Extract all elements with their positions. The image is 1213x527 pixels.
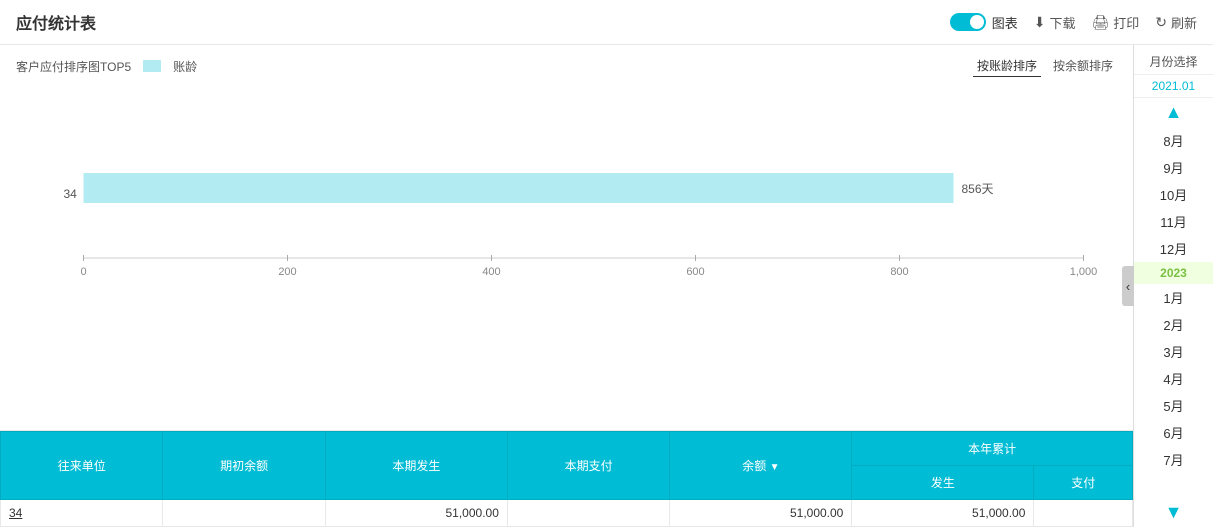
sort-by-age-button[interactable]: 按账龄排序 (973, 55, 1041, 77)
svg-text:400: 400 (482, 266, 500, 278)
sidebar-month-item[interactable]: 6月 (1134, 419, 1213, 446)
header-actions: 图表 ⬇ 下载 🖨 打印 ↻ 刷新 (950, 13, 1197, 32)
sidebar-months-list: 8月9月10月11月12月20231月2月3月4月5月6月7月 (1134, 127, 1213, 498)
chart-toggle-label: 图表 (992, 13, 1018, 32)
sidebar-month-item[interactable]: 1月 (1134, 284, 1213, 311)
legend-color-box (143, 60, 161, 72)
table-row: 34 51,000.00 51,000.00 51,000.00 (1, 500, 1133, 527)
sort-by-balance-button[interactable]: 按余额排序 (1049, 55, 1117, 77)
cell-opening (163, 500, 325, 527)
th-ytd-occurrence: 发生 (852, 466, 1034, 500)
print-label: 打印 (1113, 13, 1139, 32)
bar-end-label: 856天 (962, 182, 994, 196)
sidebar-month-item[interactable]: 2023 (1134, 262, 1213, 284)
cell-occurrence: 51,000.00 (325, 500, 507, 527)
sidebar-month-item[interactable]: 5月 (1134, 392, 1213, 419)
sidebar-title: 月份选择 (1134, 45, 1213, 75)
cell-ytd-payment (1034, 500, 1133, 527)
sidebar-collapse-button[interactable]: ‹ (1122, 266, 1134, 306)
sidebar-month-item[interactable]: 11月 (1134, 208, 1213, 235)
chart-area: 34 856天 0 200 400 600 800 1,000 (0, 83, 1133, 430)
sidebar-month-item[interactable]: 10月 (1134, 181, 1213, 208)
chart-toggle-group[interactable]: 图表 (950, 13, 1018, 32)
svg-text:1,000: 1,000 (1070, 266, 1098, 278)
cell-payment (507, 500, 669, 527)
legend-color-label: 账龄 (173, 58, 197, 75)
page-title: 应付统计表 (16, 10, 96, 34)
refresh-button[interactable]: ↻ 刷新 (1155, 13, 1197, 32)
cell-source[interactable]: 34 (1, 500, 163, 527)
chart-toggle-switch[interactable] (950, 13, 986, 31)
th-opening: 期初余额 (163, 432, 325, 500)
print-button[interactable]: 🖨 打印 (1091, 13, 1139, 32)
y-axis-label: 34 (64, 187, 78, 201)
sidebar-month-item[interactable]: 9月 (1134, 154, 1213, 181)
refresh-icon: ↻ (1155, 14, 1167, 31)
th-payment: 本期支付 (507, 432, 669, 500)
chart-bar (84, 173, 954, 203)
svg-text:600: 600 (686, 266, 704, 278)
sidebar-up-button[interactable]: ▲ (1134, 98, 1213, 127)
th-ytd-payment: 支付 (1034, 466, 1133, 500)
sidebar-down-button[interactable]: ▼ (1134, 498, 1213, 527)
sidebar-month-item[interactable]: 7月 (1134, 446, 1213, 473)
chart-sort-buttons: 按账龄排序 按余额排序 (973, 55, 1117, 77)
refresh-label: 刷新 (1171, 13, 1197, 32)
th-balance: 余额 ▼ (670, 432, 852, 500)
download-icon: ⬇ (1034, 14, 1046, 31)
data-table: 往来单位 期初余额 本期发生 本期支付 余额 ▼ 本年累计 发生 支付 (0, 431, 1133, 527)
download-button[interactable]: ⬇ 下载 (1034, 13, 1076, 32)
cell-balance: 51,000.00 (670, 500, 852, 527)
data-table-section: 往来单位 期初余额 本期发生 本期支付 余额 ▼ 本年累计 发生 支付 (0, 430, 1133, 527)
sidebar-month-item[interactable]: 12月 (1134, 235, 1213, 262)
svg-text:0: 0 (80, 266, 86, 278)
chart-legend: 客户应付排序图TOP5 账龄 (16, 58, 197, 75)
th-ytd: 本年累计 (852, 432, 1133, 466)
th-occurrence: 本期发生 (325, 432, 507, 500)
sidebar-date[interactable]: 2021.01 (1134, 75, 1213, 98)
svg-text:200: 200 (278, 266, 296, 278)
svg-text:800: 800 (890, 266, 908, 278)
bar-chart: 34 856天 0 200 400 600 800 1,000 (60, 83, 1117, 303)
cell-ytd-occurrence: 51,000.00 (852, 500, 1034, 527)
sidebar-month-item[interactable]: 3月 (1134, 338, 1213, 365)
sidebar-month-item[interactable]: 8月 (1134, 127, 1213, 154)
legend-title: 客户应付排序图TOP5 (16, 58, 131, 75)
download-label: 下载 (1049, 13, 1075, 32)
month-sidebar: ‹ 月份选择 2021.01 ▲ 8月9月10月11月12月20231月2月3月… (1133, 45, 1213, 527)
sidebar-month-item[interactable]: 4月 (1134, 365, 1213, 392)
th-source: 往来单位 (1, 432, 163, 500)
sidebar-month-item[interactable]: 2月 (1134, 311, 1213, 338)
print-icon: 🖨 (1091, 14, 1109, 31)
